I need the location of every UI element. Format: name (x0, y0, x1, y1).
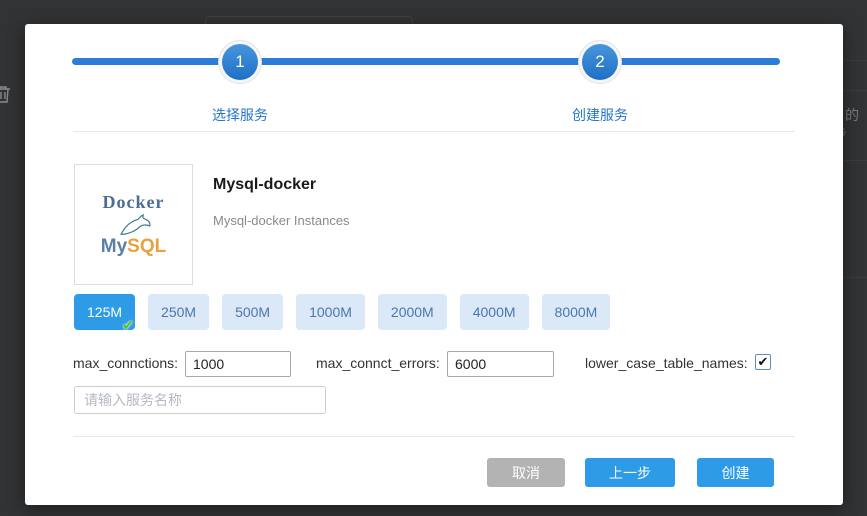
screen: 的 步 1 2 选择服务 创建服务 Docker MySQL Mysql-doc… (0, 0, 867, 516)
memory-option-125m[interactable]: 125M ✔ (74, 294, 136, 333)
lower-case-table-names-label: lower_case_table_names: (585, 355, 748, 371)
selected-check-icon: ✔ (122, 317, 135, 333)
memory-option-250m[interactable]: 250M (148, 294, 210, 330)
step-2-number: 2 (582, 44, 618, 80)
mysql-docker-logo: Docker MySQL (74, 164, 193, 285)
cancel-button[interactable]: 取消 (487, 458, 565, 487)
trash-icon (0, 83, 13, 110)
step-1-label: 选择服务 (212, 107, 268, 123)
lower-case-table-names-checkbox[interactable]: ✔ (755, 354, 771, 370)
create-button[interactable]: 创建 (697, 458, 774, 487)
step-2-node: 2 (578, 40, 622, 84)
service-name-input[interactable] (74, 386, 326, 414)
stepper-progress-bar (72, 58, 780, 65)
max-connect-errors-label: max_connct_errors: (316, 355, 440, 371)
step-1-node: 1 (218, 40, 262, 84)
memory-option-1000m[interactable]: 1000M (296, 294, 365, 330)
step-1-number: 1 (222, 44, 258, 80)
mysql-wordmark-my: My (100, 236, 128, 257)
memory-option-500m[interactable]: 500M (222, 294, 284, 330)
memory-size-options: 125M ✔ 250M 500M 1000M 2000M 4000M 8000M (74, 294, 611, 333)
mysql-dolphin-icon (75, 213, 192, 238)
mysql-wordmark: MySQL (75, 236, 192, 258)
background-text-fragment: 的 (845, 107, 859, 123)
max-connections-label: max_connctions: (73, 355, 179, 371)
divider (73, 436, 795, 437)
memory-option-8000m[interactable]: 8000M (541, 294, 611, 330)
max-connect-errors-input[interactable] (447, 351, 554, 377)
service-subtitle: Mysql-docker Instances (213, 213, 350, 228)
previous-step-button[interactable]: 上一步 (585, 458, 675, 487)
mysql-wordmark-sql: SQL (127, 236, 167, 257)
step-2-label: 创建服务 (572, 107, 628, 123)
memory-option-2000m[interactable]: 2000M (377, 294, 447, 330)
memory-option-4000m[interactable]: 4000M (459, 294, 529, 330)
create-service-dialog: 1 2 选择服务 创建服务 Docker MySQL Mysql-docker … (25, 24, 843, 505)
docker-wordmark: Docker (102, 192, 165, 212)
max-connections-input[interactable] (185, 351, 291, 377)
divider (73, 131, 795, 132)
service-title: Mysql-docker (213, 176, 317, 193)
